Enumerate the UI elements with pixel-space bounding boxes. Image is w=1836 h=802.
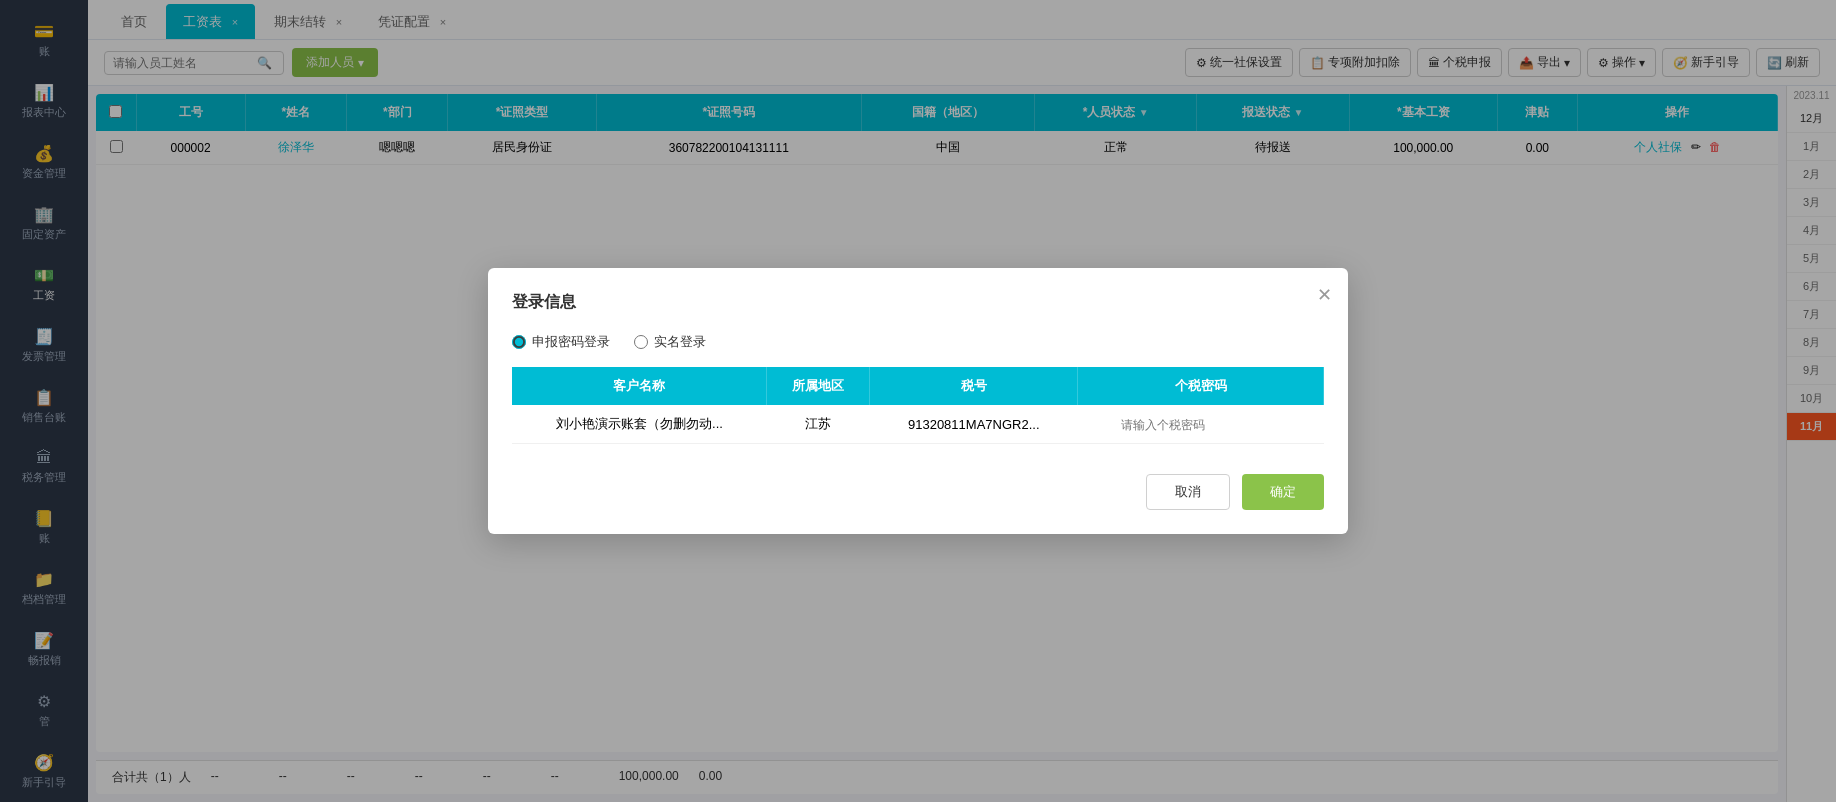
dialog-cell-password[interactable]	[1078, 405, 1324, 444]
dialog-cell-region: 江苏	[767, 405, 870, 444]
dialog-col-region: 所属地区	[767, 367, 870, 405]
dialog-footer: 取消 确定	[512, 474, 1324, 510]
login-type-radio-group: 申报密码登录 实名登录	[512, 333, 1324, 351]
dialog-client-table: 客户名称 所属地区 税号 个税密码 刘小艳演示账套（勿删勿动... 江苏 913…	[512, 367, 1324, 444]
dialog-col-client-name: 客户名称	[512, 367, 767, 405]
login-dialog: 登录信息 ✕ 申报密码登录 实名登录 客户名称 所属地区 税号	[488, 268, 1348, 534]
tax-password-input[interactable]	[1121, 418, 1281, 432]
dialog-cell-client-name: 刘小艳演示账套（勿删勿动...	[512, 405, 767, 444]
app-container: 💳 账 📊 报表中心 💰 资金管理 🏢 固定资产 💵 工资 🧾 发票管理 📋 销…	[0, 0, 1836, 802]
dialog-cell-tax-no: 91320811MA7NGR2...	[870, 405, 1078, 444]
dialog-title: 登录信息	[512, 292, 1324, 313]
confirm-button[interactable]: 确定	[1242, 474, 1324, 510]
radio-password-login[interactable]: 申报密码登录	[512, 333, 610, 351]
radio-password-input[interactable]	[512, 335, 526, 349]
dialog-close-button[interactable]: ✕	[1317, 284, 1332, 306]
radio-password-label: 申报密码登录	[532, 333, 610, 351]
radio-realname-label: 实名登录	[654, 333, 706, 351]
dialog-col-tax-no: 税号	[870, 367, 1078, 405]
radio-realname-login[interactable]: 实名登录	[634, 333, 706, 351]
radio-realname-input[interactable]	[634, 335, 648, 349]
dialog-table-row: 刘小艳演示账套（勿删勿动... 江苏 91320811MA7NGR2...	[512, 405, 1324, 444]
modal-overlay: 登录信息 ✕ 申报密码登录 实名登录 客户名称 所属地区 税号	[0, 0, 1836, 802]
cancel-button[interactable]: 取消	[1146, 474, 1230, 510]
dialog-col-tax-password: 个税密码	[1078, 367, 1324, 405]
